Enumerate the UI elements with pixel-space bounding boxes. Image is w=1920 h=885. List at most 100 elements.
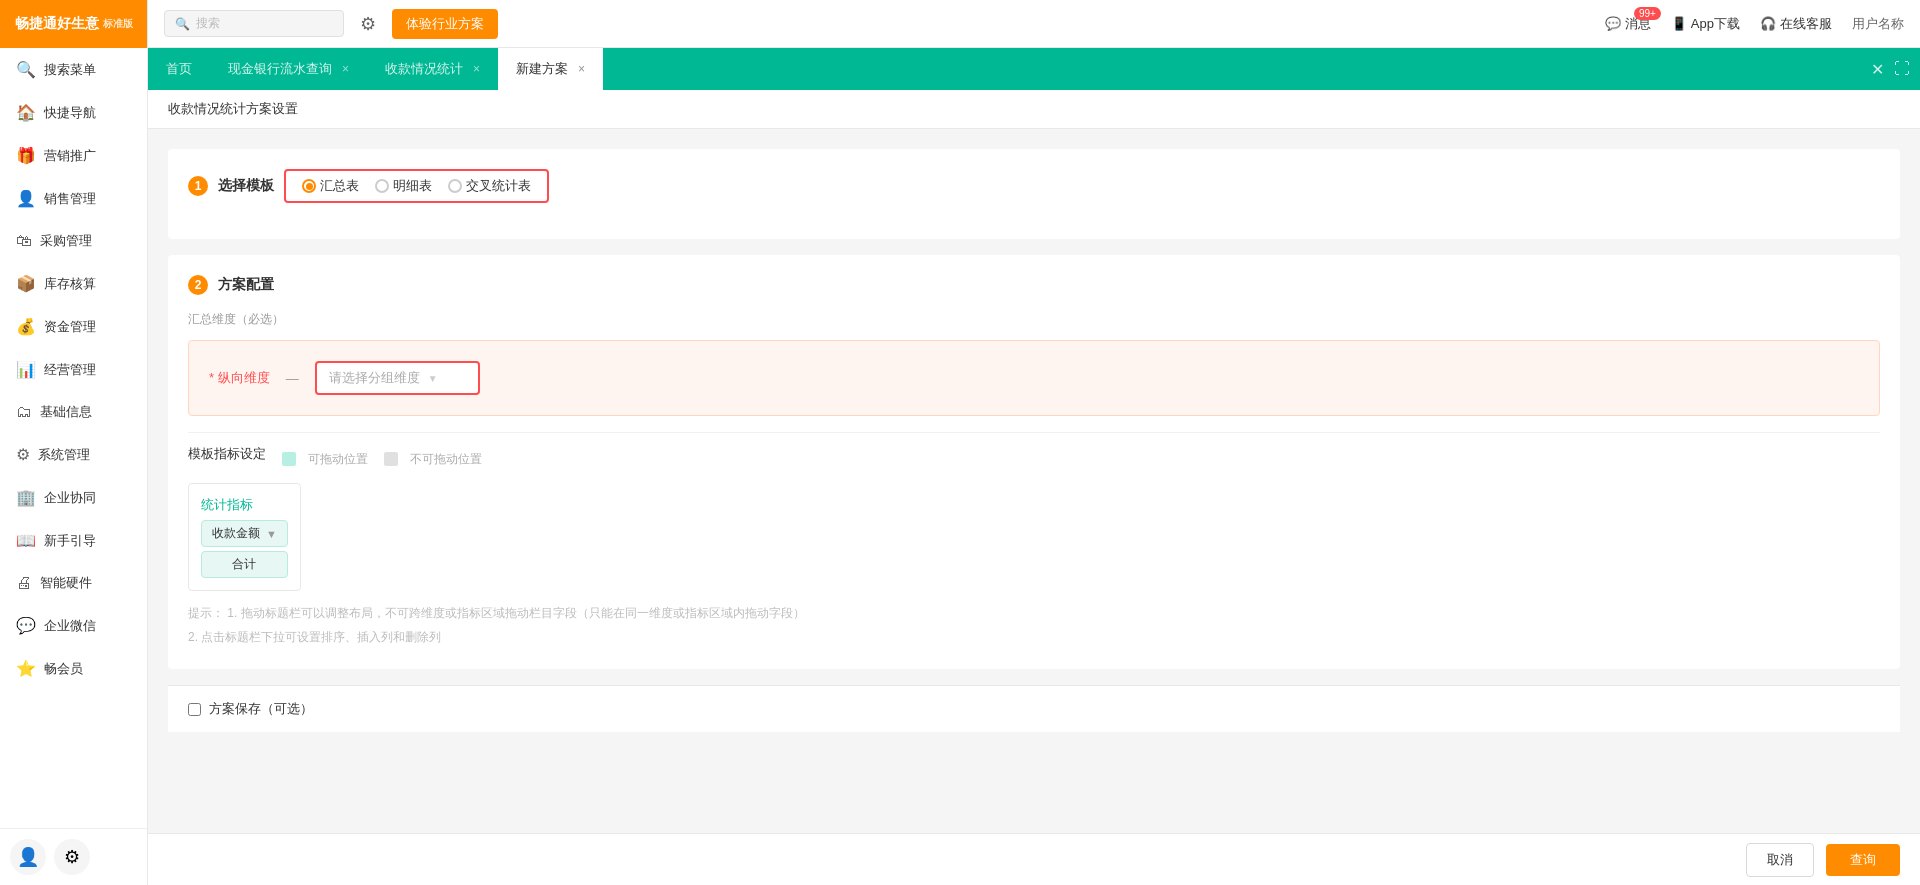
message-button[interactable]: 💬 消息 99+: [1605, 15, 1651, 33]
tips-section: 提示： 1. 拖动标题栏可以调整布局，不可跨维度或指标区域拖动栏目字段（只能在同…: [188, 601, 1880, 649]
sidebar-item-quick-nav[interactable]: 🏠 快捷导航: [0, 91, 147, 134]
radio-detail[interactable]: 明细表: [375, 177, 432, 195]
sales-icon: 👤: [16, 189, 36, 208]
radio-detail-circle: [375, 179, 389, 193]
tab-new-plan-close[interactable]: ×: [578, 62, 585, 76]
purchase-icon: 🛍: [16, 232, 32, 250]
message-badge: 99+: [1634, 7, 1661, 20]
metrics-subtag-label: 合计: [232, 557, 256, 571]
metrics-section-label: 统计指标: [201, 496, 288, 514]
metrics-label: 模板指标设定: [188, 445, 266, 463]
save-label: 方案保存（可选）: [209, 700, 313, 718]
topbar-right: 💬 消息 99+ 📱 App下载 🎧 在线客服 用户名称: [1605, 15, 1904, 33]
draggable-color-indicator: [282, 452, 296, 466]
radio-summary[interactable]: 汇总表: [302, 177, 359, 195]
metrics-hint-non-draggable: 不可拖动位置: [410, 451, 482, 468]
search-menu-icon: 🔍: [16, 60, 36, 79]
sidebar-item-marketing[interactable]: 🎁 营销推广: [0, 134, 147, 177]
sidebar-settings-icon[interactable]: ⚙: [54, 839, 90, 875]
query-button[interactable]: 查询: [1826, 844, 1900, 876]
radio-cross[interactable]: 交叉统计表: [448, 177, 531, 195]
tip-2: 2. 点击标题栏下拉可设置排序、插入列和删除列: [188, 625, 1880, 649]
radio-cross-label: 交叉统计表: [466, 177, 531, 195]
tabbar: 首页 现金银行流水查询 × 收款情况统计 × 新建方案 × ✕ ⛶: [148, 48, 1920, 90]
sidebar-bottom: 👤 ⚙: [0, 828, 147, 885]
tab-bank-flow-label: 现金银行流水查询: [228, 60, 332, 78]
tab-close-icon[interactable]: ✕: [1871, 60, 1884, 79]
metrics-tag-dropdown-icon[interactable]: ▼: [266, 528, 277, 540]
tab-maximize-icon[interactable]: ⛶: [1894, 60, 1910, 78]
sidebar-item-label: 企业微信: [44, 617, 96, 635]
service-label: 在线客服: [1780, 15, 1832, 33]
tab-new-plan[interactable]: 新建方案 ×: [498, 48, 603, 90]
save-checkbox[interactable]: [188, 703, 201, 716]
sidebar-item-label: 快捷导航: [44, 104, 96, 122]
dimension-select[interactable]: 请选择分组维度 ▼: [315, 361, 480, 395]
tab-bank-flow[interactable]: 现金银行流水查询 ×: [210, 48, 367, 90]
wechat-icon: 💬: [16, 616, 36, 635]
user-info[interactable]: 用户名称: [1852, 15, 1904, 33]
sidebar-item-search-menu[interactable]: 🔍 搜索菜单: [0, 48, 147, 91]
operation-icon: 📊: [16, 360, 36, 379]
dimension-label-text: 汇总维度（必选）: [188, 312, 284, 326]
tab-home[interactable]: 首页: [148, 48, 210, 90]
sidebar: 畅捷通好生意 标准版 🔍 搜索菜单 🏠 快捷导航 🎁 营销推广 👤 销售管理 🛍…: [0, 0, 148, 885]
trial-button[interactable]: 体验行业方案: [392, 9, 498, 39]
sidebar-item-label: 新手引导: [44, 532, 96, 550]
template-section: 1 选择模板 汇总表 明细表 交: [168, 149, 1900, 239]
sidebar-item-basic-info[interactable]: 🗂 基础信息: [0, 391, 147, 433]
metrics-tag-revenue[interactable]: 收款金额 ▼: [201, 520, 288, 547]
main-area: 🔍 搜索 ⚙ 体验行业方案 💬 消息 99+ 📱 App下载 🎧 在线客服 用户…: [148, 0, 1920, 885]
sidebar-item-finance[interactable]: 💰 资金管理: [0, 305, 147, 348]
tab-receipt-stats[interactable]: 收款情况统计 ×: [367, 48, 498, 90]
config-section: 2 方案配置 汇总维度（必选） * 纵向维度 — 请选择分组维度: [168, 255, 1900, 669]
radio-summary-circle: [302, 179, 316, 193]
tip-1: 提示： 1. 拖动标题栏可以调整布局，不可跨维度或指标区域拖动栏目字段（只能在同…: [188, 601, 1880, 625]
sidebar-item-wechat[interactable]: 💬 企业微信: [0, 604, 147, 647]
tab-bank-flow-close[interactable]: ×: [342, 62, 349, 76]
section2-num: 2: [188, 275, 208, 295]
sidebar-item-label: 采购管理: [40, 232, 92, 250]
sidebar-item-sales[interactable]: 👤 销售管理: [0, 177, 147, 220]
system-icon: ⚙: [16, 445, 30, 464]
tab-receipt-stats-close[interactable]: ×: [473, 62, 480, 76]
logo-sub: 标准版: [103, 17, 133, 31]
dimension-select-arrow-icon: ▼: [428, 373, 438, 384]
sidebar-item-label: 销售管理: [44, 190, 96, 208]
logo-text: 畅捷通好生意: [15, 15, 99, 33]
sidebar-item-inventory[interactable]: 📦 库存核算: [0, 262, 147, 305]
sidebar-item-operation[interactable]: 📊 经营管理: [0, 348, 147, 391]
content-area: 收款情况统计方案设置 1 选择模板 汇总表: [148, 90, 1920, 885]
sidebar-item-label: 资金管理: [44, 318, 96, 336]
member-icon: ⭐: [16, 659, 36, 678]
vertical-dimension-label: * 纵向维度: [209, 369, 270, 387]
sidebar-item-label: 基础信息: [40, 403, 92, 421]
dimension-config-label: 汇总维度（必选）: [188, 311, 1880, 328]
sidebar-item-member[interactable]: ⭐ 畅会员: [0, 647, 147, 690]
sidebar-item-hardware[interactable]: 🖨 智能硬件: [0, 562, 147, 604]
topbar-search-text: 搜索: [196, 15, 220, 32]
topbar-gear-icon[interactable]: ⚙: [360, 13, 376, 35]
dimension-arrow: —: [286, 371, 299, 386]
non-draggable-color-indicator: [384, 452, 398, 466]
metrics-area: 统计指标 收款金额 ▼ 合计: [188, 483, 301, 591]
sidebar-item-enterprise[interactable]: 🏢 企业协同: [0, 476, 147, 519]
sidebar-item-guide[interactable]: 📖 新手引导: [0, 519, 147, 562]
hardware-icon: 🖨: [16, 574, 32, 592]
sidebar-item-purchase[interactable]: 🛍 采购管理: [0, 220, 147, 262]
download-label: App下载: [1691, 15, 1740, 33]
topbar: 🔍 搜索 ⚙ 体验行业方案 💬 消息 99+ 📱 App下载 🎧 在线客服 用户…: [148, 0, 1920, 48]
section1-title: 选择模板: [218, 177, 274, 195]
enterprise-icon: 🏢: [16, 488, 36, 507]
sidebar-user-avatar[interactable]: 👤: [10, 839, 46, 875]
form-area: 1 选择模板 汇总表 明细表 交: [148, 129, 1920, 833]
app-download-button[interactable]: 📱 App下载: [1671, 15, 1740, 33]
service-button[interactable]: 🎧 在线客服: [1760, 15, 1832, 33]
topbar-search[interactable]: 🔍 搜索: [164, 10, 344, 37]
metrics-tag-label: 收款金额: [212, 525, 260, 542]
sidebar-item-label: 经营管理: [44, 361, 96, 379]
cancel-button[interactable]: 取消: [1746, 843, 1814, 877]
sidebar-item-system[interactable]: ⚙ 系统管理: [0, 433, 147, 476]
tab-home-label: 首页: [166, 60, 192, 78]
radio-detail-label: 明细表: [393, 177, 432, 195]
